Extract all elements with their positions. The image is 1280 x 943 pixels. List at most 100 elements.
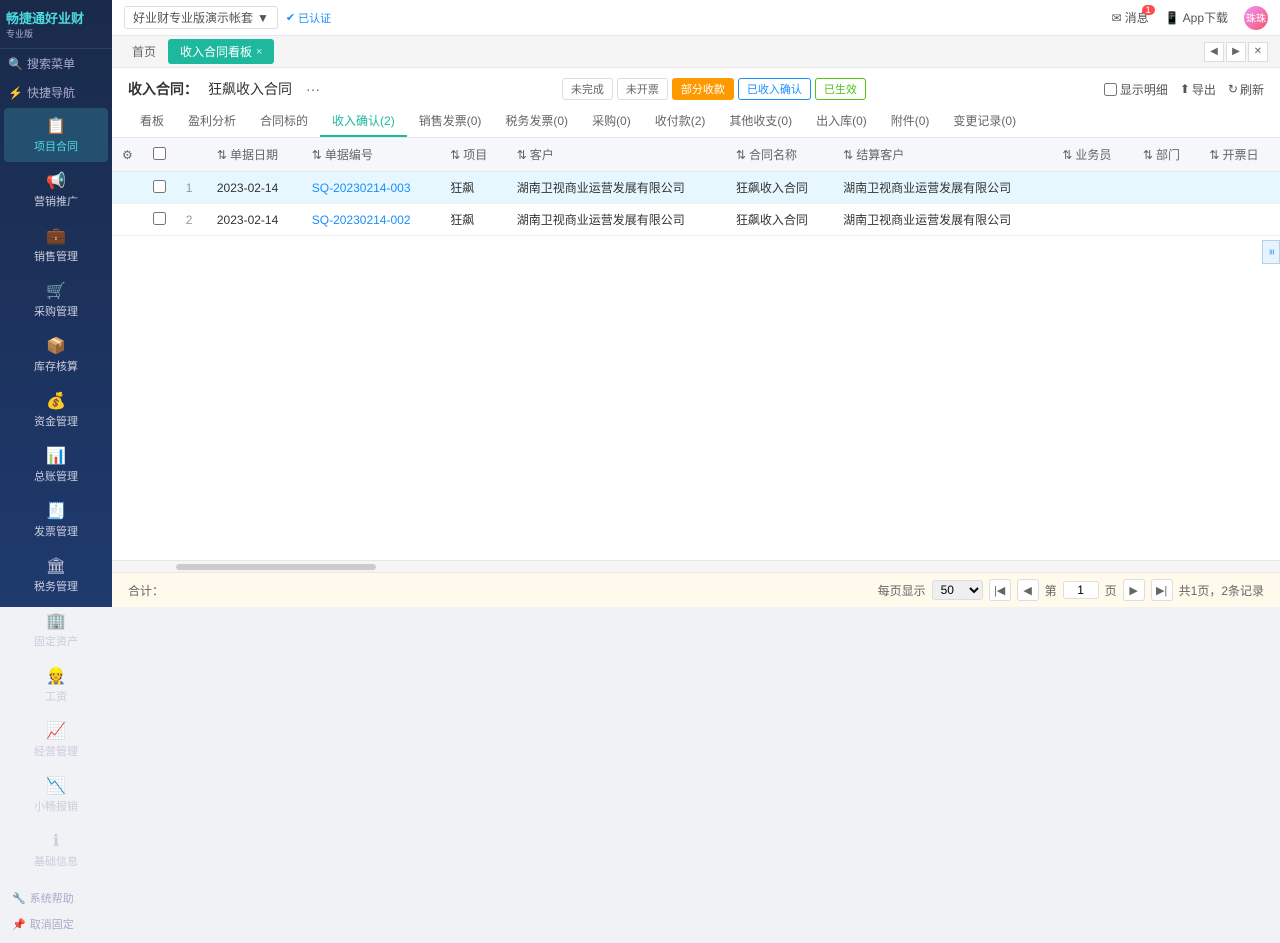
sidebar-bottom-unpin[interactable]: 📌 取消固定: [6, 911, 106, 937]
page-label-first: 第: [1045, 582, 1057, 599]
sort-icon-3: ⇅: [450, 148, 460, 162]
topbar: 好业财专业版演示帐套 ▼ ✔ 已认证 ✉ 1 消息 📱 App下载 珠珠: [112, 0, 1280, 36]
settings-icon[interactable]: ⚙: [122, 148, 133, 162]
show-detail-checkbox-area[interactable]: 显示明细: [1104, 81, 1168, 98]
td-settle: 湖南卫视商业运营发展有限公司: [833, 204, 1052, 236]
sidebar-item-quicknav[interactable]: ⚡ 快捷导航: [0, 78, 112, 107]
sidebar-item-总账管理[interactable]: 📊总账管理: [4, 438, 108, 492]
td-dept: [1133, 204, 1200, 236]
th-customer-label: 客户: [530, 146, 554, 163]
quicknav-icon: ⚡: [8, 86, 23, 100]
th-contract[interactable]: ⇅合同名称: [726, 138, 833, 172]
avatar-initials: 珠珠: [1246, 10, 1266, 25]
show-detail-checkbox[interactable]: [1104, 83, 1117, 96]
sidebar-item-小畅报销[interactable]: 📉小畅报销: [4, 768, 108, 822]
sidebar-item-发票管理[interactable]: 🧾发票管理: [4, 493, 108, 547]
tab-contract-board[interactable]: 收入合同看板 ×: [168, 39, 274, 64]
th-salesperson[interactable]: ⇅业务员: [1052, 138, 1133, 172]
sub-tab-0[interactable]: 看板: [128, 106, 176, 137]
sidebar-icon: 📈: [46, 721, 66, 741]
td-checkbox[interactable]: [143, 172, 176, 204]
td-settings: [112, 204, 143, 236]
sidebar-item-基础信息[interactable]: ℹ基础信息: [4, 823, 108, 877]
tab-prev-button[interactable]: ◀: [1204, 42, 1224, 62]
sidebar-label: 小畅报销: [34, 798, 78, 814]
status-partial-button[interactable]: 部分收款: [672, 78, 734, 100]
sidebar-item-固定资产[interactable]: 🏢固定资产: [4, 603, 108, 657]
page-size-select[interactable]: 50 100 200: [932, 580, 983, 600]
last-page-button[interactable]: ▶|: [1151, 579, 1173, 601]
message-button[interactable]: ✉ 1 消息: [1112, 9, 1149, 26]
th-date[interactable]: ⇅单据日期: [207, 138, 302, 172]
tab-home[interactable]: 首页: [124, 43, 164, 60]
th-project[interactable]: ⇅项目: [440, 138, 507, 172]
table-container[interactable]: ⚙ ⇅单据日期 ⇅单据编号 ⇅项目 ⇅客户 ⇅合同名称 ⇅结算客户 ⇅业务员 ⇅…: [112, 138, 1280, 560]
data-table: ⚙ ⇅单据日期 ⇅单据编号 ⇅项目 ⇅客户 ⇅合同名称 ⇅结算客户 ⇅业务员 ⇅…: [112, 138, 1280, 236]
th-settings[interactable]: ⚙: [112, 138, 143, 172]
td-customer: 湖南卫视商业运营发展有限公司: [507, 172, 726, 204]
th-customer[interactable]: ⇅客户: [507, 138, 726, 172]
row-checkbox[interactable]: [153, 180, 166, 193]
sub-tab-9[interactable]: 出入库(0): [804, 106, 879, 137]
table-row[interactable]: 2 2023-02-14 SQ-20230214-002 狂飙 湖南卫视商业运营…: [112, 204, 1280, 236]
sidebar-bottom-help[interactable]: 🔧 系统帮助: [6, 885, 106, 911]
scroll-thumb[interactable]: [176, 564, 376, 570]
sidebar-item-资金管理[interactable]: 💰资金管理: [4, 383, 108, 437]
tab-close-all-button[interactable]: ✕: [1248, 42, 1268, 62]
th-invoice-date[interactable]: ⇅开票日: [1199, 138, 1280, 172]
sub-tab-10[interactable]: 附件(0): [879, 106, 942, 137]
first-page-button[interactable]: |◀: [989, 579, 1011, 601]
sub-tab-7[interactable]: 收付款(2): [643, 106, 718, 137]
app-download-button[interactable]: 📱 App下载: [1165, 9, 1228, 26]
sidebar-item-采购管理[interactable]: 🛒采购管理: [4, 273, 108, 327]
sidebar-item-经营管理[interactable]: 📈经营管理: [4, 713, 108, 767]
contract-name: 狂飙收入合同: [208, 79, 292, 99]
sub-tab-1[interactable]: 盈利分析: [176, 106, 248, 137]
sub-tab-4[interactable]: 销售发票(0): [407, 106, 494, 137]
status-incomplete-button[interactable]: 未完成: [562, 78, 613, 100]
sidebar-item-search[interactable]: 🔍 搜索菜单: [0, 49, 112, 78]
next-page-button[interactable]: ▶: [1123, 579, 1145, 601]
user-menu[interactable]: 珠珠: [1244, 6, 1268, 30]
status-uninvoiced-button[interactable]: 未开票: [617, 78, 668, 100]
th-dept[interactable]: ⇅部门: [1133, 138, 1200, 172]
row-checkbox[interactable]: [153, 212, 166, 225]
horizontal-scrollbar[interactable]: [112, 560, 1280, 572]
company-selector[interactable]: 好业财专业版演示帐套 ▼: [124, 6, 278, 29]
sub-tab-6[interactable]: 采购(0): [580, 106, 643, 137]
sub-tab-2[interactable]: 合同标的: [248, 106, 320, 137]
sidebar: 畅捷通好业财 专业版 🔍 搜索菜单 ⚡ 快捷导航 📋项目合同📢营销推广💼销售管理…: [0, 0, 112, 607]
td-date: 2023-02-14: [207, 204, 302, 236]
sidebar-item-工资[interactable]: 👷工资: [4, 658, 108, 712]
more-options-button[interactable]: ···: [302, 81, 324, 97]
tab-next-button[interactable]: ▶: [1226, 42, 1246, 62]
topbar-left: 好业财专业版演示帐套 ▼ ✔ 已认证: [124, 6, 331, 29]
sidebar-item-库存核算[interactable]: 📦库存核算: [4, 328, 108, 382]
export-button[interactable]: ⬆ 导出: [1180, 81, 1216, 98]
sidebar-item-销售管理[interactable]: 💼销售管理: [4, 218, 108, 272]
sub-tab-8[interactable]: 其他收支(0): [717, 106, 804, 137]
sub-tab-3[interactable]: 收入确认(2): [320, 106, 407, 137]
prev-page-button[interactable]: ◀: [1017, 579, 1039, 601]
page-number-input[interactable]: [1063, 581, 1099, 599]
sub-tab-5[interactable]: 税务发票(0): [493, 106, 580, 137]
th-code[interactable]: ⇅单据编号: [302, 138, 440, 172]
th-settle[interactable]: ⇅结算客户: [833, 138, 1052, 172]
row-code-link[interactable]: SQ-20230214-003: [312, 181, 411, 195]
sidebar-item-税务管理[interactable]: 🏛税务管理: [4, 548, 108, 602]
row-code-link[interactable]: SQ-20230214-002: [312, 213, 411, 227]
sub-tab-11[interactable]: 变更记录(0): [941, 106, 1028, 137]
sidebar-item-项目合同[interactable]: 📋项目合同: [4, 108, 108, 162]
refresh-button[interactable]: ↻ 刷新: [1228, 81, 1264, 98]
status-confirmed-button[interactable]: 已收入确认: [738, 78, 811, 100]
th-checkbox[interactable]: [143, 138, 176, 172]
select-all-checkbox[interactable]: [153, 147, 166, 160]
td-checkbox[interactable]: [143, 204, 176, 236]
sidebar-item-营销推广[interactable]: 📢营销推广: [4, 163, 108, 217]
table-row[interactable]: 1 2023-02-14 SQ-20230214-003 狂飙 湖南卫视商业运营…: [112, 172, 1280, 204]
status-active-button[interactable]: 已生效: [815, 78, 866, 100]
message-icon: ✉: [1112, 11, 1122, 25]
table-header: ⚙ ⇅单据日期 ⇅单据编号 ⇅项目 ⇅客户 ⇅合同名称 ⇅结算客户 ⇅业务员 ⇅…: [112, 138, 1280, 172]
tab-close-button[interactable]: ×: [256, 46, 262, 58]
right-panel-button[interactable]: ≡: [1262, 240, 1280, 264]
